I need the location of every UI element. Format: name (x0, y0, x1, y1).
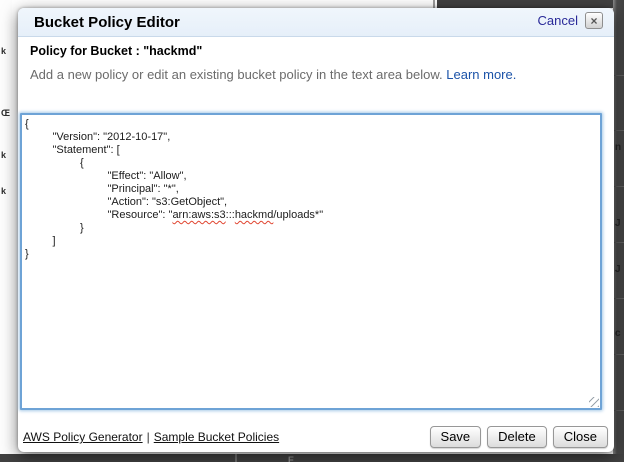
background-text-fragment: n (615, 142, 621, 153)
policy-line: "Statement": [ (25, 144, 597, 157)
delete-button[interactable]: Delete (487, 426, 547, 448)
policy-line: "Principal": "*", (25, 183, 597, 196)
dialog-header: Bucket Policy Editor Cancel × (18, 8, 614, 37)
footer-links: AWS Policy Generator | Sample Bucket Polic… (23, 430, 279, 444)
background-dark-strip-top (437, 0, 624, 8)
background-row-line (613, 130, 624, 131)
description-text: Add a new policy or edit an existing buc… (30, 67, 598, 82)
background-dark-strip-bottom: E (0, 454, 624, 462)
policy-line: "Version": "2012-10-17", (25, 131, 597, 144)
background-row-line (613, 242, 624, 243)
header-actions: Cancel × (538, 12, 603, 29)
policy-line: } (25, 222, 597, 235)
bucket-policy-editor-dialog: Bucket Policy Editor Cancel × Policy for… (18, 8, 614, 452)
save-button[interactable]: Save (430, 426, 482, 448)
background-text-fragment: J (615, 264, 621, 275)
policy-for-bucket-label: Policy for Bucket : "hackmd" (30, 44, 598, 58)
policy-json-text: { "Version": "2012-10-17", "Statement": … (25, 118, 597, 261)
background-dark-strip-right: n J Jc (613, 0, 624, 462)
close-button[interactable]: × (585, 12, 603, 29)
background-row-line (613, 186, 624, 187)
screen: k Œk k n J Jc E Bucket Policy Editor Cancel … (0, 0, 624, 462)
policy-line: ] (25, 235, 597, 248)
policy-textarea[interactable]: { "Version": "2012-10-17", "Statement": … (20, 113, 602, 410)
background-text-fragment: k (1, 150, 6, 160)
policy-line: "Effect": "Allow", (25, 170, 597, 183)
link-separator: | (147, 430, 150, 444)
background-text-fragment: c (615, 328, 621, 339)
background-text-fragment: k (1, 186, 6, 196)
close-icon: × (590, 15, 597, 27)
page-title: Bucket Policy Editor (34, 14, 180, 31)
description-body: Add a new policy or edit an existing buc… (30, 67, 443, 82)
policy-line: { (25, 118, 597, 131)
aws-policy-generator-link[interactable]: AWS Policy Generator (23, 430, 143, 444)
background-row-line (613, 75, 624, 76)
background-row-line (613, 354, 624, 355)
background-row-line (613, 298, 624, 299)
background-text-fragment: E (288, 455, 294, 462)
background-row-line (613, 410, 624, 411)
learn-more-link[interactable]: Learn more. (446, 67, 516, 82)
background-text-fragment: k (1, 46, 6, 56)
cancel-link[interactable]: Cancel (538, 13, 578, 28)
background-text-fragment: Œ (1, 108, 10, 118)
background-page-left: k Œk k (0, 0, 12, 462)
policy-line: } (25, 248, 597, 261)
background-column-divider (433, 0, 435, 8)
policy-line: "Action": "s3:GetObject", (25, 196, 597, 209)
close-dialog-button[interactable]: Close (553, 426, 608, 448)
footer-buttons: Save Delete Close (430, 426, 608, 448)
background-text-fragment: J (615, 218, 621, 229)
sample-bucket-policies-link[interactable]: Sample Bucket Policies (154, 430, 279, 444)
background-table-divider (235, 454, 237, 462)
policy-line: { (25, 157, 597, 170)
policy-line: "Resource": "arn:aws:s3:::hackmd/uploads… (25, 209, 597, 222)
resize-handle-icon[interactable] (589, 397, 599, 407)
